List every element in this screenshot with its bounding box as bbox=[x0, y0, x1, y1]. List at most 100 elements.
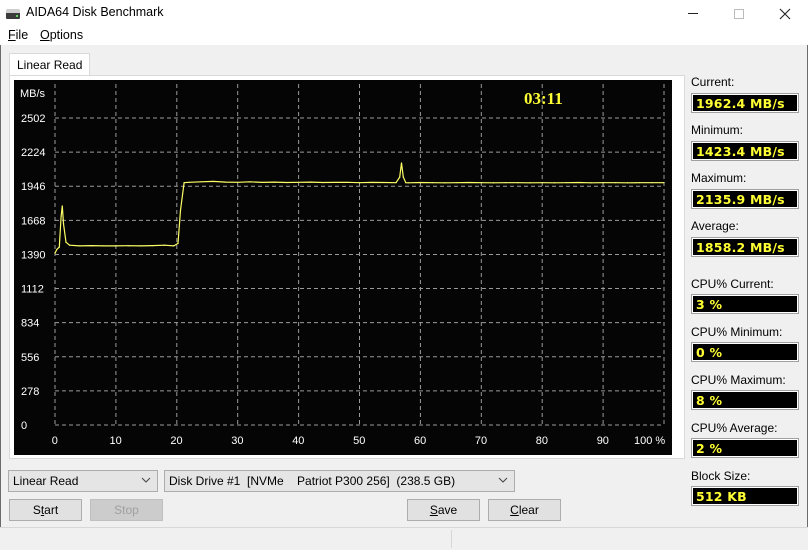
benchmark-chart: 0 278 556 834 1112 1390 1668 1946 2224 2502 0 10 20… bbox=[14, 80, 672, 455]
menu-options-label: ptions bbox=[49, 28, 84, 42]
minimum-label: Minimum: bbox=[691, 123, 744, 137]
data-point bbox=[383, 181, 385, 184]
data-point bbox=[285, 181, 288, 184]
cpu-current-value: 3 % bbox=[691, 294, 799, 314]
cpu-maximum-label: CPU% Maximum: bbox=[691, 373, 786, 387]
data-point bbox=[249, 181, 251, 183]
x-tick-label: 40 bbox=[292, 435, 304, 447]
save-button[interactable]: Save bbox=[407, 499, 480, 521]
menu-file-accel: F bbox=[8, 28, 16, 42]
data-point bbox=[541, 182, 543, 184]
tab-linear-read[interactable]: Linear Read bbox=[9, 53, 91, 76]
data-point bbox=[651, 182, 653, 184]
minimize-button[interactable] bbox=[670, 0, 716, 27]
save-label-accel: S bbox=[429, 503, 438, 517]
minimize-icon bbox=[688, 13, 698, 14]
data-point bbox=[468, 181, 470, 184]
stop-label-post: p bbox=[132, 503, 139, 517]
x-tick-label: 90 bbox=[597, 435, 609, 447]
drive-select[interactable]: Disk Drive #1 [NVMe Patriot P300 256] (2… bbox=[164, 470, 515, 492]
y-tick-label: 2224 bbox=[21, 147, 45, 159]
x-tick-label: 60 bbox=[414, 435, 426, 447]
y-tick-label: 1112 bbox=[21, 284, 44, 296]
clear-label-post: lear bbox=[518, 503, 539, 517]
data-point bbox=[56, 248, 58, 251]
cpu-average-label: CPU% Average: bbox=[691, 421, 778, 435]
data-point bbox=[173, 245, 175, 247]
data-point bbox=[224, 181, 227, 183]
data-point bbox=[200, 181, 202, 183]
data-point bbox=[565, 182, 568, 184]
data-point bbox=[78, 245, 80, 247]
clear-button[interactable]: Clear bbox=[488, 499, 561, 521]
drive-select-value: Disk Drive #1 [NVMe Patriot P300 256] (2… bbox=[169, 474, 456, 488]
data-point bbox=[334, 181, 336, 184]
data-point bbox=[188, 181, 190, 183]
benchmark-mode-select[interactable]: Linear Read bbox=[8, 470, 158, 492]
cpu-minimum-value: 0 % bbox=[691, 342, 799, 362]
maximum-label: Maximum: bbox=[691, 171, 747, 185]
x-axis-ticks: 0 10 20 30 40 50 60 70 80 90 100 % bbox=[52, 435, 666, 447]
menu-options[interactable]: Options bbox=[40, 28, 83, 42]
current-label: Current: bbox=[691, 75, 735, 89]
data-point bbox=[492, 182, 495, 184]
data-point bbox=[358, 182, 361, 184]
data-point bbox=[639, 182, 641, 184]
maximize-icon bbox=[734, 8, 744, 19]
benchmark-mode-value: Linear Read bbox=[13, 474, 79, 488]
chevron-down-icon bbox=[141, 477, 151, 483]
close-button[interactable] bbox=[762, 0, 808, 27]
menu-file[interactable]: File bbox=[8, 28, 28, 42]
window-title: AIDA64 Disk Benchmark bbox=[26, 5, 164, 19]
title-bar[interactable]: AIDA64 Disk Benchmark bbox=[0, 0, 808, 27]
data-point bbox=[273, 181, 275, 183]
y-tick-label: 278 bbox=[21, 386, 39, 398]
data-point bbox=[578, 181, 580, 184]
window-border-left bbox=[0, 0, 1, 550]
average-value: 1858.2 MB/s bbox=[691, 237, 799, 257]
cpu-average-value: 2 % bbox=[691, 438, 799, 458]
data-point bbox=[237, 181, 239, 183]
data-point bbox=[614, 182, 616, 184]
y-axis-ticks: 0 278 556 834 1112 1390 1668 1946 2224 2502 bbox=[21, 113, 45, 432]
y-tick-label: 834 bbox=[21, 318, 39, 330]
data-point bbox=[405, 182, 407, 184]
data-point bbox=[179, 209, 182, 211]
data-point bbox=[139, 245, 141, 247]
maximize-button[interactable] bbox=[716, 0, 762, 27]
data-point bbox=[177, 242, 179, 245]
data-point bbox=[529, 182, 531, 184]
data-point bbox=[517, 182, 519, 184]
data-point bbox=[103, 245, 105, 247]
status-bar-separator bbox=[451, 530, 452, 548]
tab-strip: Linear Read bbox=[9, 53, 685, 76]
data-point bbox=[69, 244, 71, 246]
data-point bbox=[62, 223, 65, 225]
x-tick-label: 80 bbox=[536, 435, 548, 447]
data-point bbox=[183, 182, 185, 184]
y-tick-label: 556 bbox=[21, 352, 39, 364]
x-tick-label: 30 bbox=[231, 435, 243, 447]
stop-button[interactable]: Sto p bbox=[90, 499, 163, 521]
data-point bbox=[431, 182, 434, 184]
close-icon bbox=[779, 8, 791, 19]
maximum-value: 2135.9 MB/s bbox=[691, 189, 799, 209]
data-point bbox=[115, 245, 117, 247]
data-point bbox=[553, 182, 555, 184]
data-point bbox=[65, 241, 67, 243]
data-point bbox=[395, 182, 397, 184]
clear-label-accel: C bbox=[510, 503, 519, 517]
menu-options-accel: O bbox=[40, 28, 50, 42]
data-point bbox=[505, 182, 507, 184]
block-size-label: Block Size: bbox=[691, 469, 751, 483]
chart-grid bbox=[54, 84, 665, 426]
data-point bbox=[90, 245, 93, 247]
data-point bbox=[626, 182, 629, 184]
chevron-down-icon bbox=[498, 477, 508, 483]
menu-bar: File Options bbox=[0, 27, 808, 45]
start-button[interactable]: St art bbox=[9, 499, 82, 521]
x-tick-label: 50 bbox=[353, 435, 365, 447]
data-point bbox=[346, 181, 348, 183]
data-point bbox=[663, 182, 665, 184]
hard-drive-icon bbox=[6, 9, 20, 19]
